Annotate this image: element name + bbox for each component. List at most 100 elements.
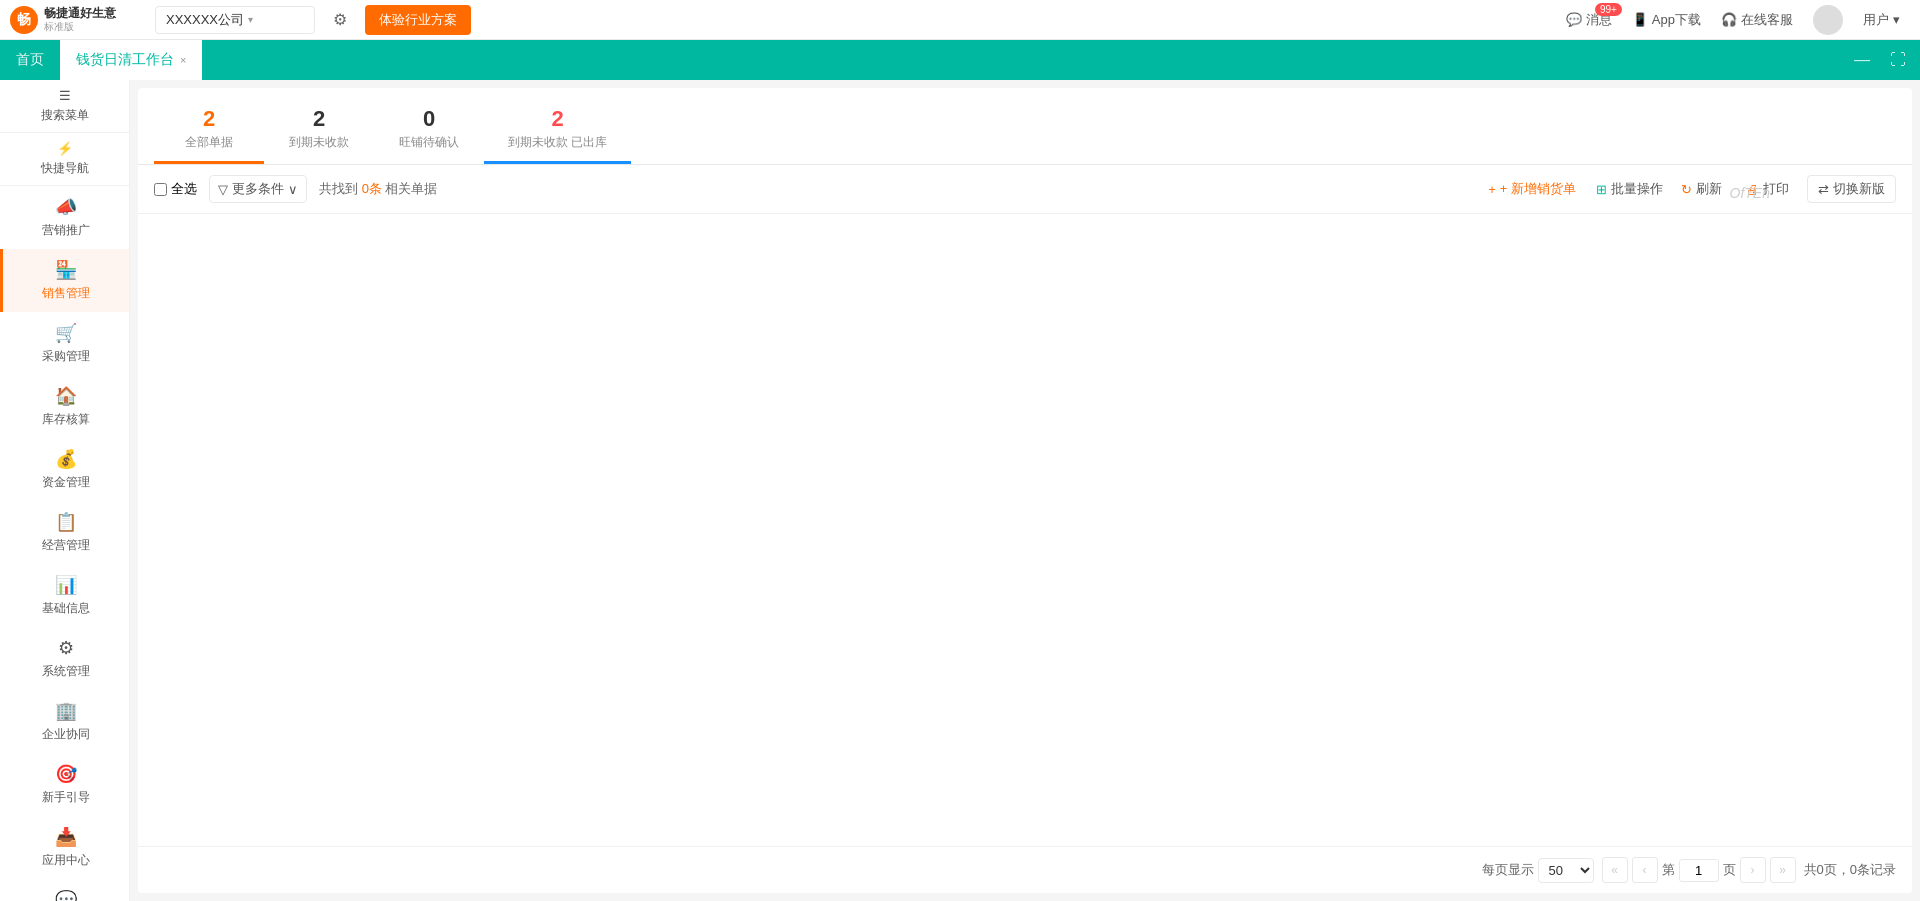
filter-label: 更多条件	[232, 180, 284, 198]
switch-version-button[interactable]: ⇄ 切换新版	[1807, 175, 1896, 203]
nav-right-actions: — ⛶	[1848, 46, 1920, 74]
count-text: 共找到 0条 相关单据	[319, 180, 437, 198]
sidebar-item-basic[interactable]: 📊 基础信息	[0, 564, 129, 627]
stat-num-all: 2	[203, 106, 215, 132]
sidebar-system-label: 系统管理	[42, 663, 90, 680]
settings-icon[interactable]: ⚙	[325, 5, 355, 35]
active-tab-label: 钱货日清工作台	[76, 51, 174, 69]
online-service-item[interactable]: 🎧 在线客服	[1721, 11, 1793, 29]
sidebar-item-sales[interactable]: 🏪 销售管理	[0, 249, 129, 312]
table-area	[138, 214, 1912, 846]
page-label: 第	[1662, 861, 1675, 879]
sidebar-item-marketing[interactable]: 📣 营销推广	[0, 186, 129, 249]
first-page-button[interactable]: «	[1602, 857, 1628, 883]
main-layout: ☰ 搜索菜单 ⚡ 快捷导航 📣 营销推广 🏪 销售管理 🛒 采购管理 🏠 库存核…	[0, 80, 1920, 901]
stat-label-pending: 旺铺待确认	[399, 134, 459, 151]
empty-state	[138, 214, 1912, 846]
count-suffix: 相关单据	[385, 181, 437, 196]
sidebar-appstore-label: 应用中心	[42, 852, 90, 869]
print-button[interactable]: 🖨 打印	[1740, 176, 1795, 202]
wechat-icon: 💬	[55, 889, 77, 901]
sidebar-item-purchase[interactable]: 🛒 采购管理	[0, 312, 129, 375]
home-tab-label: 首页	[16, 51, 44, 69]
last-page-button[interactable]: »	[1770, 857, 1796, 883]
add-icon: +	[1488, 182, 1496, 197]
sidebar-item-finance[interactable]: 💰 资金管理	[0, 438, 129, 501]
stat-tab-overdue-out[interactable]: 2 到期未收款 已出库	[484, 98, 631, 164]
inventory-icon: 🏠	[55, 385, 77, 407]
sales-icon: 🏪	[55, 259, 77, 281]
tab-cashflow-workbench[interactable]: 钱货日清工作台 ×	[60, 40, 202, 80]
print-label: 打印	[1763, 180, 1789, 198]
quick-nav-icon: ⚡	[57, 141, 73, 156]
content-area: 2 全部单据 2 到期未收款 0 旺铺待确认 2 到期未收款 已出库	[130, 80, 1920, 901]
batch-operation-button[interactable]: ⊞ 批量操作	[1596, 180, 1663, 198]
notification-item[interactable]: 💬 消息 99+	[1566, 11, 1612, 29]
tab-close-icon[interactable]: ×	[180, 54, 186, 66]
stat-tab-overdue[interactable]: 2 到期未收款	[264, 98, 374, 164]
notification-icon: 💬	[1566, 12, 1582, 27]
sidebar-item-newbie[interactable]: 🎯 新手引导	[0, 753, 129, 816]
user-name-text: 用户	[1863, 11, 1889, 29]
select-all-checkbox[interactable]: 全选	[154, 180, 197, 198]
tab-home[interactable]: 首页	[0, 40, 60, 80]
per-page-select[interactable]: 50 100 200	[1538, 858, 1594, 883]
company-selector[interactable]: XXXXXX公司 ▾	[155, 6, 315, 34]
sidebar-newbie-label: 新手引导	[42, 789, 90, 806]
prev-page-button[interactable]: ‹	[1632, 857, 1658, 883]
add-btn-label: + 新增销货单	[1500, 180, 1576, 198]
user-name[interactable]: 用户 ▾	[1863, 11, 1900, 29]
switch-icon: ⇄	[1818, 182, 1829, 197]
page-suffix: 页	[1723, 861, 1736, 879]
add-sales-order-button[interactable]: + + 新增销货单	[1480, 176, 1584, 202]
stat-tab-all[interactable]: 2 全部单据	[154, 98, 264, 164]
notification-badge: 99+	[1595, 3, 1622, 16]
filter-button[interactable]: ▽ 更多条件 ∨	[209, 175, 307, 203]
system-icon: ⚙	[58, 637, 74, 659]
logo-icon: 畅	[10, 6, 38, 34]
sidebar-item-inventory[interactable]: 🏠 库存核算	[0, 375, 129, 438]
stat-num-overdue-out: 2	[552, 106, 564, 132]
switch-label: 切换新版	[1833, 180, 1885, 198]
select-all-input[interactable]	[154, 183, 167, 196]
search-icon: ☰	[59, 88, 71, 103]
sidebar-search[interactable]: ☰ 搜索菜单	[0, 80, 129, 133]
marketing-icon: 📣	[55, 196, 77, 218]
page-total: 共0页，0条记录	[1804, 861, 1896, 879]
refresh-label: 刷新	[1696, 180, 1722, 198]
sidebar-item-appstore[interactable]: 📥 应用中心	[0, 816, 129, 879]
sidebar-item-enterprise[interactable]: 🏢 企业协同	[0, 690, 129, 753]
nav-tabs: 首页 钱货日清工作台 × — ⛶	[0, 40, 1920, 80]
maximize-icon[interactable]: ⛶	[1884, 46, 1912, 74]
sidebar-item-system[interactable]: ⚙ 系统管理	[0, 627, 129, 690]
sidebar-enterprise-label: 企业协同	[42, 726, 90, 743]
sidebar-item-operations[interactable]: 📋 经营管理	[0, 501, 129, 564]
appstore-icon: 📥	[55, 826, 77, 848]
sidebar: ☰ 搜索菜单 ⚡ 快捷导航 📣 营销推广 🏪 销售管理 🛒 采购管理 🏠 库存核…	[0, 80, 130, 901]
sidebar-search-label: 搜索菜单	[41, 107, 89, 124]
batch-icon: ⊞	[1596, 182, 1607, 197]
page-number-input[interactable]	[1679, 859, 1719, 882]
enterprise-icon: 🏢	[55, 700, 77, 722]
next-page-button[interactable]: ›	[1740, 857, 1766, 883]
filter-icon: ▽	[218, 182, 228, 197]
refresh-button[interactable]: ↻ 刷新	[1675, 176, 1728, 202]
select-all-label: 全选	[171, 180, 197, 198]
sidebar-item-wechat[interactable]: 💬 企业微信	[0, 879, 129, 901]
batch-label: 批量操作	[1611, 180, 1663, 198]
page-size-selector: 每页显示 50 100 200	[1482, 858, 1594, 883]
toolbar-right: + + 新增销货单 ⊞ 批量操作 ↻ 刷新 🖨 打印	[1480, 175, 1896, 203]
sidebar-basic-label: 基础信息	[42, 600, 90, 617]
trial-button[interactable]: 体验行业方案	[365, 5, 471, 35]
download-icon: 📱	[1632, 12, 1648, 27]
stat-label-overdue: 到期未收款	[289, 134, 349, 151]
sidebar-operations-label: 经营管理	[42, 537, 90, 554]
stat-tab-pending[interactable]: 0 旺铺待确认	[374, 98, 484, 164]
toolbar-left: 全选 ▽ 更多条件 ∨ 共找到 0条 相关单据	[154, 175, 1468, 203]
count-num: 0条	[362, 181, 382, 196]
user-avatar[interactable]	[1813, 5, 1843, 35]
header-middle: XXXXXX公司 ▾ ⚙ 体验行业方案	[140, 5, 1566, 35]
minimize-icon[interactable]: —	[1848, 46, 1876, 74]
app-download-item[interactable]: 📱 App下载	[1632, 11, 1701, 29]
sidebar-quick-nav[interactable]: ⚡ 快捷导航	[0, 133, 129, 186]
